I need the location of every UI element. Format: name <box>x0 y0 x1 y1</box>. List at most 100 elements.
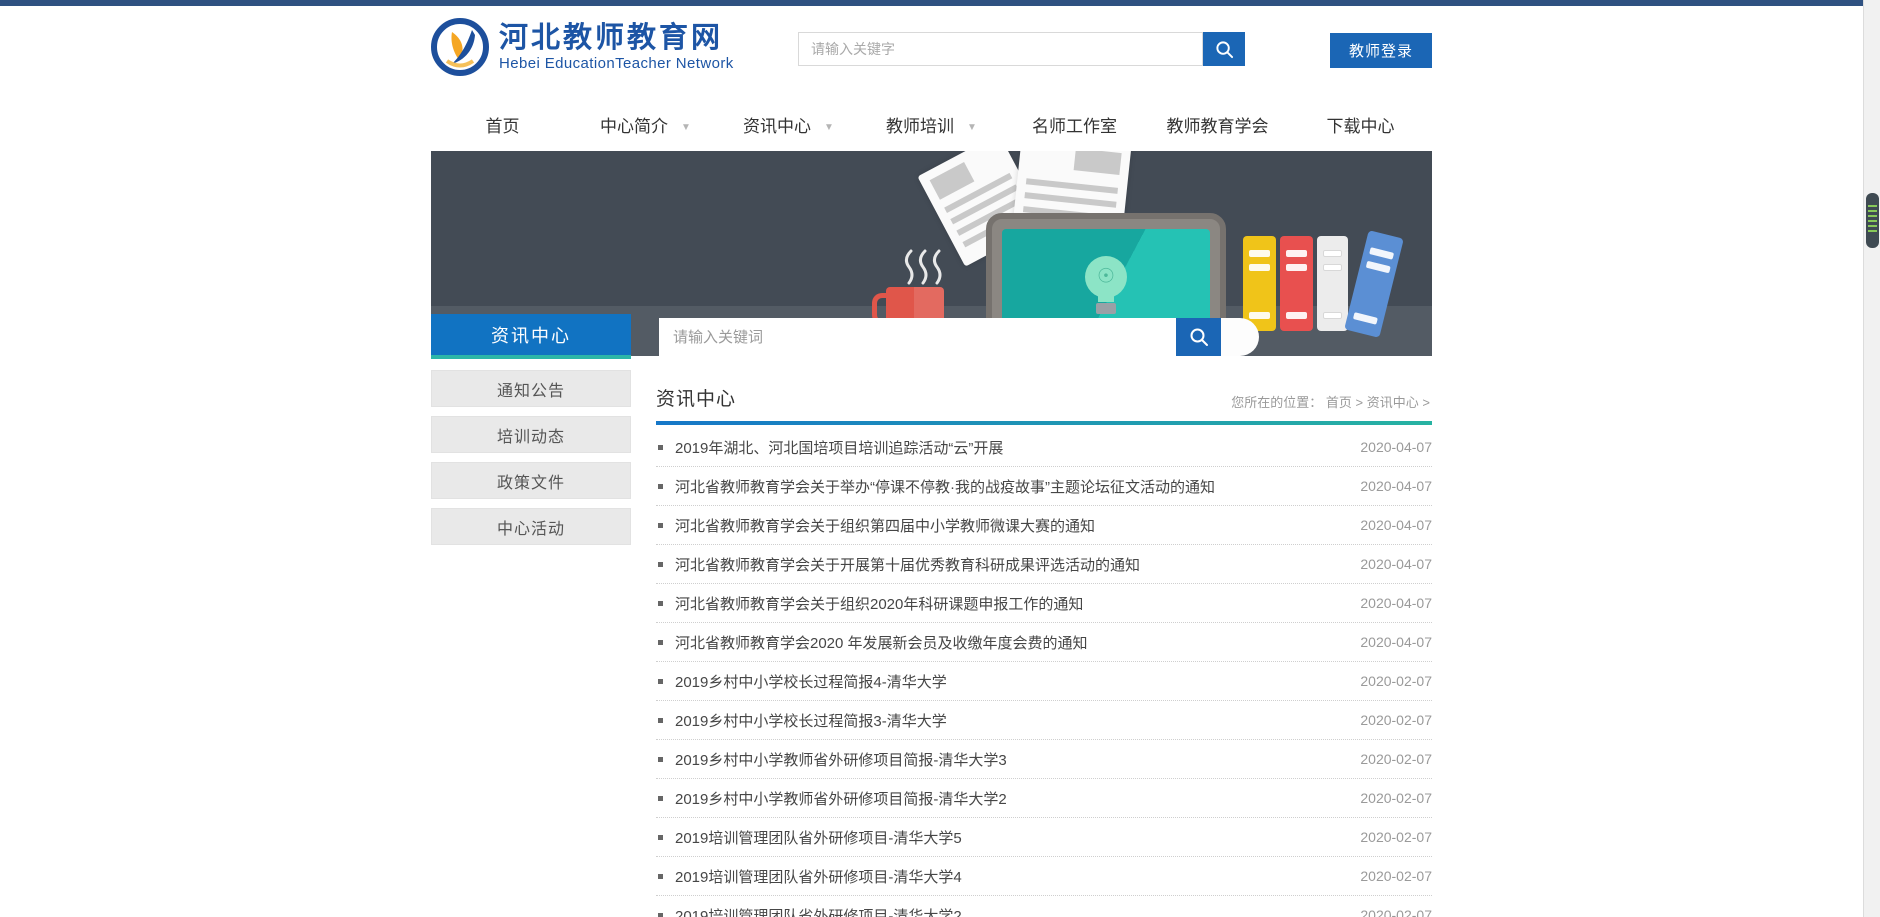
bullet-icon <box>658 601 663 606</box>
bullet-icon <box>658 835 663 840</box>
news-title[interactable]: 河北省教师教育学会关于组织2020年科研课题申报工作的通知 <box>675 593 1360 614</box>
bullet-icon <box>658 562 663 567</box>
breadcrumb-separator: > <box>1422 395 1430 410</box>
news-date: 2020-04-07 <box>1360 478 1432 494</box>
nav-label: 资讯中心 <box>743 117 811 136</box>
scrollbar-thumb[interactable] <box>1866 193 1879 248</box>
nav-label: 教师教育学会 <box>1167 117 1269 136</box>
news-date: 2020-02-07 <box>1360 712 1432 728</box>
bullet-icon <box>658 874 663 879</box>
news-title[interactable]: 河北省教师教育学会关于开展第十届优秀教育科研成果评选活动的通知 <box>675 554 1360 575</box>
breadcrumb-prefix: 您所在的位置： <box>1231 395 1322 410</box>
nav-label: 中心简介 <box>600 117 668 136</box>
bullet-icon <box>658 757 663 762</box>
nav-item-teacher-training[interactable]: 教师培训 ▼ <box>860 112 1003 137</box>
news-title[interactable]: 2019年湖北、河北国培项目培训追踪活动“云”开展 <box>675 437 1360 458</box>
news-title[interactable]: 2019培训管理团队省外研修项目-清华大学4 <box>675 866 1360 887</box>
bullet-icon <box>658 913 663 917</box>
news-title[interactable]: 2019培训管理团队省外研修项目-清华大学5 <box>675 827 1360 848</box>
news-title[interactable]: 2019乡村中小学校长过程简报3-清华大学 <box>675 710 1360 731</box>
news-title[interactable]: 2019乡村中小学校长过程简报4-清华大学 <box>675 671 1360 692</box>
bullet-icon <box>658 679 663 684</box>
chevron-down-icon: ▼ <box>967 122 977 133</box>
news-date: 2020-04-07 <box>1360 634 1432 650</box>
scrollbar-track[interactable] <box>1863 0 1880 917</box>
news-row[interactable]: 河北省教师教育学会关于举办“停课不停教·我的战疫故事”主题论坛征文活动的通知 2… <box>656 467 1432 506</box>
site-subtitle: Hebei EducationTeacher Network <box>499 55 734 72</box>
logo-text: 河北教师教育网 Hebei EducationTeacher Network <box>499 22 734 72</box>
nav-item-home[interactable]: 首页 <box>431 112 574 137</box>
nav-item-master-studio[interactable]: 名师工作室 <box>1003 112 1146 137</box>
bullet-icon <box>658 640 663 645</box>
news-row[interactable]: 河北省教师教育学会关于组织2020年科研课题申报工作的通知 2020-04-07 <box>656 584 1432 623</box>
nav-item-download-center[interactable]: 下载中心 <box>1289 112 1432 137</box>
nav-label: 下载中心 <box>1327 117 1395 136</box>
news-title[interactable]: 河北省教师教育学会关于组织第四届中小学教师微课大赛的通知 <box>675 515 1360 536</box>
news-date: 2020-02-07 <box>1360 829 1432 845</box>
sidebar-item-notices[interactable]: 通知公告 <box>431 370 631 407</box>
bullet-icon <box>658 445 663 450</box>
news-date: 2020-02-07 <box>1360 751 1432 767</box>
news-title[interactable]: 2019培训管理团队省外研修项目-清华大学2 <box>675 905 1360 917</box>
sidebar-item-center-activities[interactable]: 中心活动 <box>431 508 631 545</box>
news-title[interactable]: 河北省教师教育学会关于举办“停课不停教·我的战疫故事”主题论坛征文活动的通知 <box>675 476 1360 497</box>
page-container: 河北教师教育网 Hebei EducationTeacher Network 教… <box>431 6 1432 917</box>
news-date: 2020-04-07 <box>1360 517 1432 533</box>
main-nav: 首页 中心简介 ▼ 资讯中心 ▼ 教师培训 ▼ 名师工作室 教师教育学会 下载中心 <box>431 98 1432 151</box>
header-search-button[interactable] <box>1203 32 1245 66</box>
bullet-icon <box>658 718 663 723</box>
news-row[interactable]: 河北省教师教育学会2020 年发展新会员及收缴年度会费的通知 2020-04-0… <box>656 623 1432 662</box>
bullet-icon <box>658 523 663 528</box>
news-row[interactable]: 2019培训管理团队省外研修项目-清华大学4 2020-02-07 <box>656 857 1432 896</box>
news-row[interactable]: 2019乡村中小学教师省外研修项目简报-清华大学3 2020-02-07 <box>656 740 1432 779</box>
chevron-down-icon: ▼ <box>824 122 834 133</box>
search-icon <box>1215 40 1234 59</box>
banner-search-button[interactable] <box>1176 318 1221 356</box>
news-title[interactable]: 2019乡村中小学教师省外研修项目简报-清华大学2 <box>675 788 1360 809</box>
lightbulb-icon <box>1085 256 1127 314</box>
book-icon <box>1243 236 1276 331</box>
news-date: 2020-02-07 <box>1360 868 1432 884</box>
banner: 资讯中心 <box>431 151 1432 356</box>
news-title[interactable]: 河北省教师教育学会2020 年发展新会员及收缴年度会费的通知 <box>675 632 1360 653</box>
content-area: 资讯中心 您所在的位置： 首页 > 资讯中心 > 2019年湖北、河北国培项目培… <box>656 370 1432 917</box>
teacher-login-button[interactable]: 教师登录 <box>1330 33 1432 68</box>
title-gradient-rule <box>656 421 1432 425</box>
news-row[interactable]: 2019培训管理团队省外研修项目-清华大学5 2020-02-07 <box>656 818 1432 857</box>
sidebar-item-training-news[interactable]: 培训动态 <box>431 416 631 453</box>
bullet-icon <box>658 484 663 489</box>
news-row[interactable]: 2019年湖北、河北国培项目培训追踪活动“云”开展 2020-04-07 <box>656 428 1432 467</box>
breadcrumb-current-link[interactable]: 资讯中心 <box>1367 395 1419 410</box>
nav-item-news-center[interactable]: 资讯中心 ▼ <box>717 112 860 137</box>
news-date: 2020-02-07 <box>1360 673 1432 689</box>
steam-icon <box>901 239 947 285</box>
nav-label: 首页 <box>486 117 520 136</box>
header-search-input[interactable] <box>798 32 1203 66</box>
news-title[interactable]: 2019乡村中小学教师省外研修项目简报-清华大学3 <box>675 749 1360 770</box>
news-row[interactable]: 河北省教师教育学会关于开展第十届优秀教育科研成果评选活动的通知 2020-04-… <box>656 545 1432 584</box>
news-row[interactable]: 2019乡村中小学校长过程简报4-清华大学 2020-02-07 <box>656 662 1432 701</box>
page-title: 资讯中心 <box>656 384 736 411</box>
news-list: 2019年湖北、河北国培项目培训追踪活动“云”开展 2020-04-07 河北省… <box>656 428 1432 917</box>
breadcrumb: 您所在的位置： 首页 > 资讯中心 > <box>1231 392 1430 411</box>
site-logo[interactable]: 河北教师教育网 Hebei EducationTeacher Network <box>431 18 734 76</box>
news-row[interactable]: 2019乡村中小学教师省外研修项目简报-清华大学2 2020-02-07 <box>656 779 1432 818</box>
breadcrumb-home-link[interactable]: 首页 <box>1326 395 1352 410</box>
banner-search-input[interactable] <box>659 318 1176 356</box>
book-icon <box>1317 236 1348 331</box>
news-row[interactable]: 河北省教师教育学会关于组织第四届中小学教师微课大赛的通知 2020-04-07 <box>656 506 1432 545</box>
breadcrumb-separator: > <box>1356 395 1364 410</box>
news-row[interactable]: 2019培训管理团队省外研修项目-清华大学2 2020-02-07 <box>656 896 1432 917</box>
site-title: 河北教师教育网 <box>499 22 734 55</box>
news-row[interactable]: 2019乡村中小学校长过程简报3-清华大学 2020-02-07 <box>656 701 1432 740</box>
news-date: 2020-04-07 <box>1360 556 1432 572</box>
sidebar-item-policy-docs[interactable]: 政策文件 <box>431 462 631 499</box>
sidebar: 通知公告 培训动态 政策文件 中心活动 <box>431 370 631 917</box>
nav-item-center-intro[interactable]: 中心简介 ▼ <box>574 112 717 137</box>
nav-item-education-society[interactable]: 教师教育学会 <box>1146 112 1289 137</box>
main-area: 通知公告 培训动态 政策文件 中心活动 资讯中心 您所在的位置： 首页 > 资讯… <box>431 370 1432 917</box>
news-date: 2020-04-07 <box>1360 439 1432 455</box>
chevron-down-icon: ▼ <box>681 122 691 133</box>
nav-label: 教师培训 <box>886 117 954 136</box>
sidebar-header[interactable]: 资讯中心 <box>431 314 631 359</box>
